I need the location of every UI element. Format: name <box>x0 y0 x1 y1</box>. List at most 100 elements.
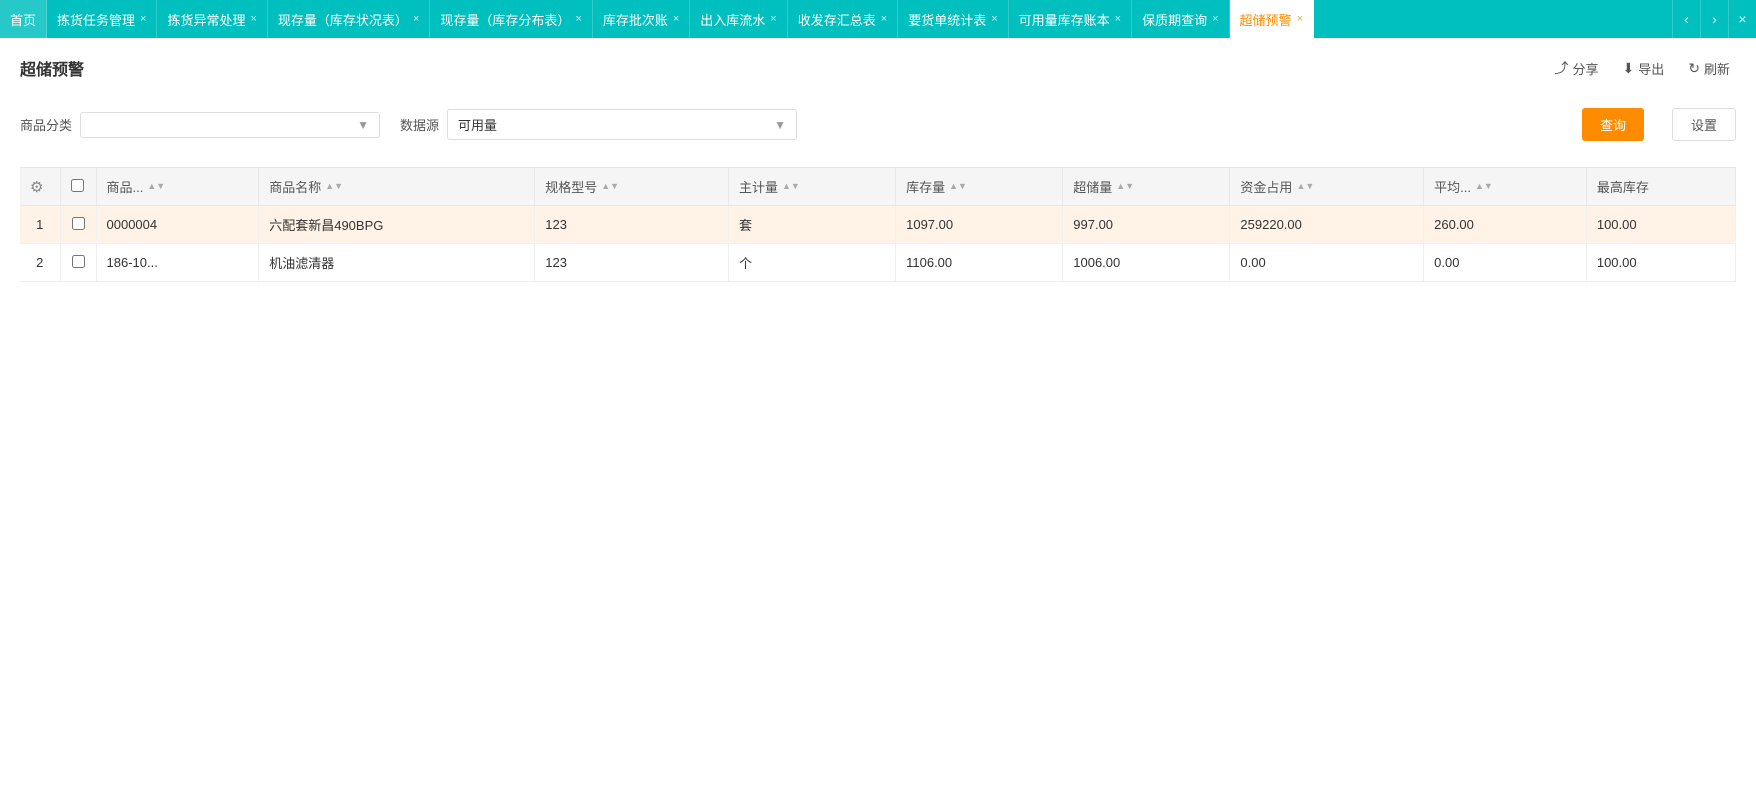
nav-quality-check-close[interactable]: × <box>1212 13 1218 25</box>
nav-arrow-close-all[interactable]: × <box>1728 0 1756 38</box>
nav-task-mgmt[interactable]: 拣货任务管理 × <box>47 0 157 38</box>
col-overstock-label: 超储量 <box>1073 177 1112 196</box>
nav-requisition-close[interactable]: × <box>991 13 997 25</box>
row-avg: 260.00 <box>1424 206 1587 244</box>
share-button[interactable]: ⤴ 分享 <box>1548 54 1604 82</box>
datasource-value: 可用量 <box>458 115 497 134</box>
nav-inout-flow[interactable]: 出入库流水 × <box>690 0 787 38</box>
row-product-code: 186-10... <box>96 244 259 282</box>
nav-arrow-next[interactable]: › <box>1700 0 1728 38</box>
row-checkbox[interactable] <box>72 217 85 230</box>
sort-product-name-icon[interactable]: ▲▼ <box>325 182 343 191</box>
data-table: ⚙ 商品... ▲▼ 商品名称 ▲▼ <box>20 167 1736 282</box>
nav-inventory-status-close[interactable]: × <box>413 13 419 25</box>
nav-batch[interactable]: 库存批次账 × <box>593 0 690 38</box>
refresh-label: 刷新 <box>1704 59 1730 78</box>
col-avg: 平均... ▲▼ <box>1424 168 1587 206</box>
nav-home[interactable]: 首页 <box>0 0 47 38</box>
row-checkbox[interactable] <box>72 255 85 268</box>
nav-overstock-warning-label: 超储预警 <box>1240 10 1292 29</box>
nav-arrows: ‹ › × <box>1672 0 1756 38</box>
row-num: 2 <box>20 244 60 282</box>
nav-inout-flow-close[interactable]: × <box>770 13 776 25</box>
nav-task-mgmt-close[interactable]: × <box>140 13 146 25</box>
row-checkbox-cell <box>60 206 96 244</box>
col-product-code-label: 商品... <box>107 177 144 196</box>
nav-exception-label: 拣货异常处理 <box>167 10 245 29</box>
row-overstock: 1006.00 <box>1063 244 1230 282</box>
col-product-name-label: 商品名称 <box>269 177 321 196</box>
row-spec: 123 <box>535 244 729 282</box>
nav-collect-summary[interactable]: 收发存汇总表 × <box>788 0 898 38</box>
sort-capital-icon[interactable]: ▲▼ <box>1296 182 1314 191</box>
table-settings-icon[interactable]: ⚙ <box>30 179 43 196</box>
nav-quality-check[interactable]: 保质期查询 × <box>1132 0 1229 38</box>
nav-collect-summary-close[interactable]: × <box>881 13 887 25</box>
row-max-stock: 100.00 <box>1586 244 1735 282</box>
col-product-code: 商品... ▲▼ <box>96 168 259 206</box>
row-checkbox-cell <box>60 244 96 282</box>
table-wrapper: ⚙ 商品... ▲▼ 商品名称 ▲▼ <box>20 167 1736 282</box>
nav-exception-close[interactable]: × <box>250 13 256 25</box>
page-container: 超储预警 ⤴ 分享 ⬇ 导出 ↻ 刷新 商品分类 ▼ 数据源 <box>0 38 1756 298</box>
nav-batch-label: 库存批次账 <box>603 10 668 29</box>
datasource-arrow-icon: ▼ <box>774 118 786 132</box>
category-arrow-icon: ▼ <box>357 118 369 132</box>
query-button[interactable]: 查询 <box>1582 108 1644 141</box>
row-capital: 0.00 <box>1230 244 1424 282</box>
row-product-code: 0000004 <box>96 206 259 244</box>
nav-available-ledger-close[interactable]: × <box>1115 13 1121 25</box>
sort-product-code-icon[interactable]: ▲▼ <box>147 182 165 191</box>
nav-available-ledger-label: 可用量库存账本 <box>1019 10 1110 29</box>
sort-overstock-icon[interactable]: ▲▼ <box>1116 182 1134 191</box>
nav-task-mgmt-label: 拣货任务管理 <box>57 10 135 29</box>
nav-available-ledger[interactable]: 可用量库存账本 × <box>1009 0 1132 38</box>
col-max-stock-label: 最高库存 <box>1597 177 1649 196</box>
col-settings: ⚙ <box>20 168 60 206</box>
share-label: 分享 <box>1572 59 1598 78</box>
datasource-select[interactable]: 可用量 ▼ <box>447 109 797 140</box>
row-product-name: 机油滤清器 <box>259 244 535 282</box>
col-unit-label: 主计量 <box>739 177 778 196</box>
nav-inventory-status-label: 现存量（库存状况表） <box>278 10 408 29</box>
nav-inventory-dist-close[interactable]: × <box>575 13 581 25</box>
row-max-stock: 100.00 <box>1586 206 1735 244</box>
col-product-name: 商品名称 ▲▼ <box>259 168 535 206</box>
export-icon: ⬇ <box>1623 60 1635 77</box>
nav-overstock-warning[interactable]: 超储预警 × <box>1230 0 1314 38</box>
nav-quality-check-label: 保质期查询 <box>1142 10 1207 29</box>
refresh-button[interactable]: ↻ 刷新 <box>1682 55 1736 82</box>
share-icon: ⤴ <box>1554 58 1568 78</box>
header-actions: ⤴ 分享 ⬇ 导出 ↻ 刷新 <box>1548 54 1736 82</box>
row-stock: 1097.00 <box>896 206 1063 244</box>
sort-stock-icon[interactable]: ▲▼ <box>949 182 967 191</box>
sort-avg-icon[interactable]: ▲▼ <box>1475 182 1493 191</box>
nav-exception[interactable]: 拣货异常处理 × <box>157 0 267 38</box>
nav-inventory-dist[interactable]: 现存量（库存分布表） × <box>430 0 592 38</box>
category-select[interactable]: ▼ <box>80 112 380 138</box>
table-header: ⚙ 商品... ▲▼ 商品名称 ▲▼ <box>20 168 1736 206</box>
nav-requisition[interactable]: 要货单统计表 × <box>898 0 1008 38</box>
export-label: 导出 <box>1638 59 1664 78</box>
sort-unit-icon[interactable]: ▲▼ <box>782 182 800 191</box>
col-stock: 库存量 ▲▼ <box>896 168 1063 206</box>
nav-arrow-prev[interactable]: ‹ <box>1672 0 1700 38</box>
filter-category: 商品分类 ▼ <box>20 112 380 138</box>
select-all-checkbox[interactable] <box>71 179 84 192</box>
col-unit: 主计量 ▲▼ <box>728 168 895 206</box>
nav-inout-flow-label: 出入库流水 <box>700 10 765 29</box>
nav-batch-close[interactable]: × <box>673 13 679 25</box>
page-header: 超储预警 ⤴ 分享 ⬇ 导出 ↻ 刷新 <box>20 54 1736 82</box>
col-overstock: 超储量 ▲▼ <box>1063 168 1230 206</box>
settings-button[interactable]: 设置 <box>1672 108 1736 141</box>
row-spec: 123 <box>535 206 729 244</box>
nav-home-label: 首页 <box>10 10 36 29</box>
row-avg: 0.00 <box>1424 244 1587 282</box>
nav-inventory-status[interactable]: 现存量（库存状况表） × <box>268 0 430 38</box>
sort-spec-icon[interactable]: ▲▼ <box>601 182 619 191</box>
row-unit: 个 <box>728 244 895 282</box>
table-row: 1 0000004 六配套新昌490BPG 123 套 1097.00 997.… <box>20 206 1736 244</box>
nav-overstock-warning-close[interactable]: × <box>1297 13 1303 25</box>
refresh-icon: ↻ <box>1688 60 1700 77</box>
export-button[interactable]: ⬇ 导出 <box>1617 55 1671 82</box>
